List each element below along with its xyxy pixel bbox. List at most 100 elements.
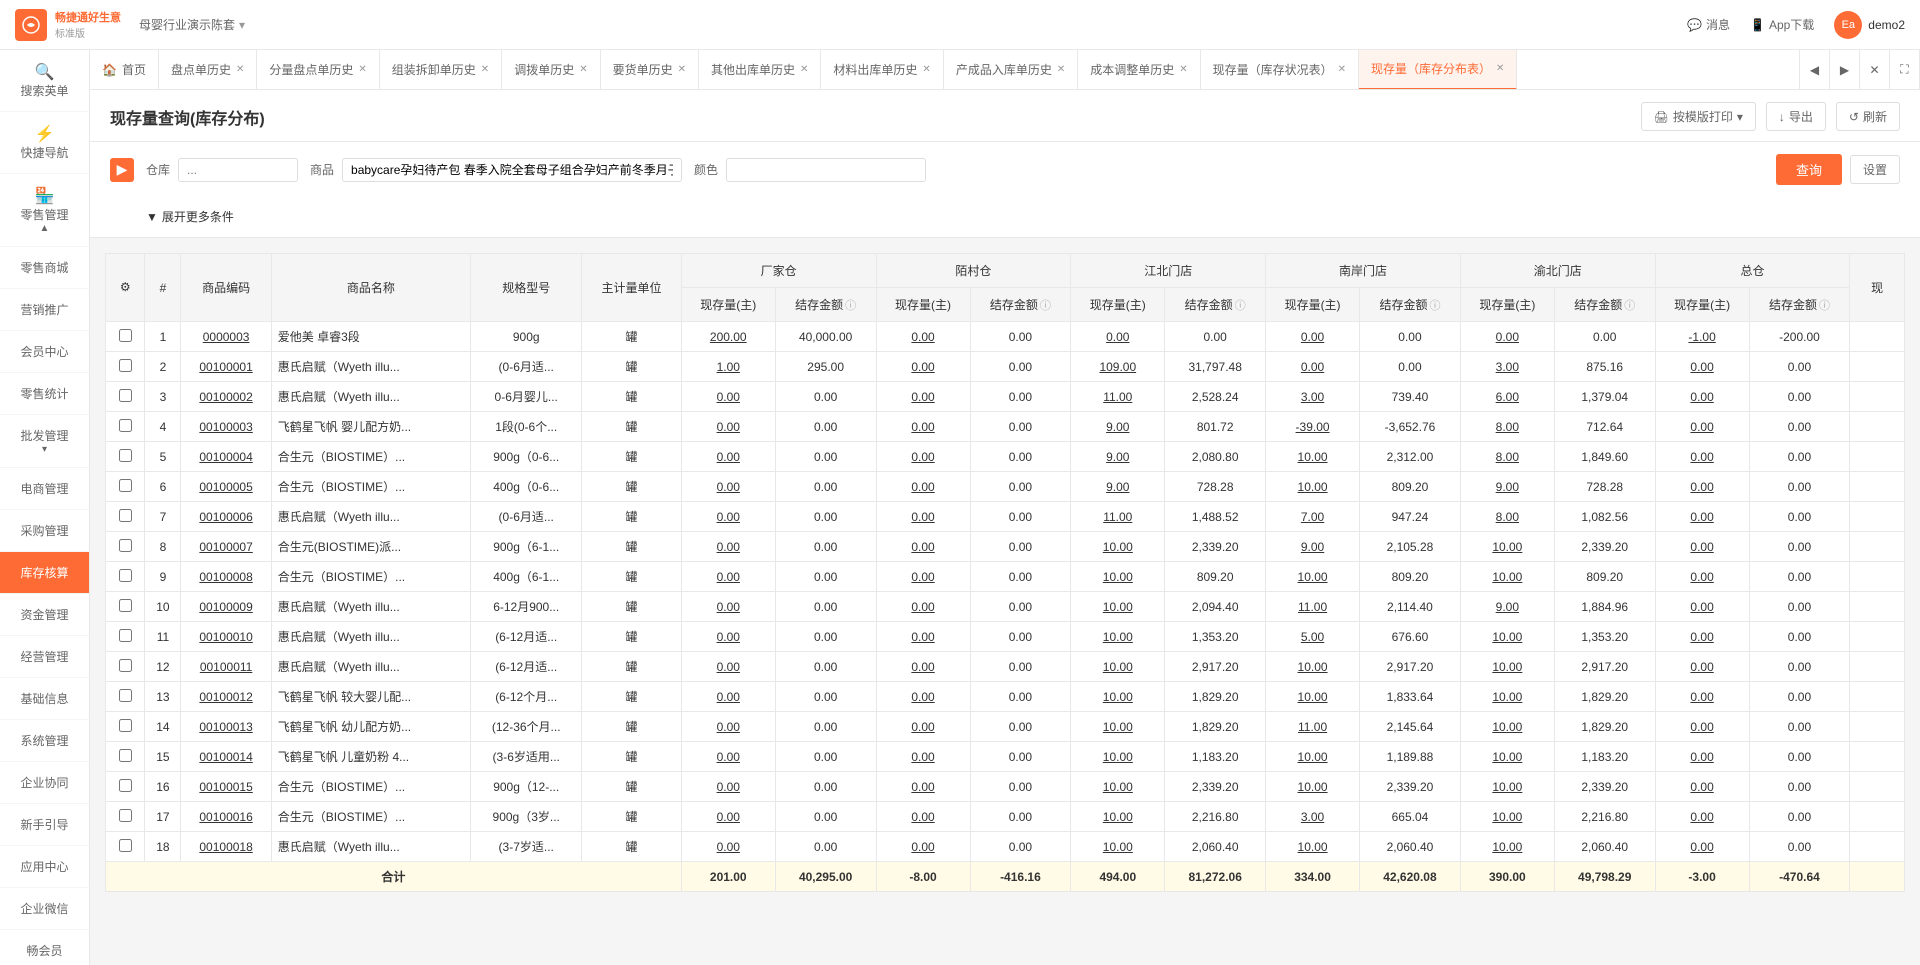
row-code[interactable]: 0000003 [181,322,271,352]
row-code[interactable]: 00100015 [181,772,271,802]
row-total-qty[interactable]: 0.00 [1655,502,1749,532]
row-na-qty[interactable]: 10.00 [1266,442,1360,472]
tab-close-cost[interactable]: ✕ [1179,64,1187,75]
sidebar-item-wholesale[interactable]: 批发管理 ▾ [0,415,89,468]
row-mc-qty[interactable]: 0.00 [876,562,970,592]
row-mc-qty[interactable]: 0.00 [876,712,970,742]
row-yb-qty[interactable]: 10.00 [1460,682,1554,712]
row-na-qty[interactable]: 10.00 [1266,562,1360,592]
tab-close-purchase[interactable]: ✕ [678,64,686,75]
row-checkbox[interactable] [106,622,145,652]
row-check-5[interactable] [119,479,132,492]
row-code[interactable]: 00100006 [181,502,271,532]
row-mc-qty[interactable]: 0.00 [876,802,970,832]
row-total-qty[interactable]: 0.00 [1655,802,1749,832]
row-checkbox[interactable] [106,352,145,382]
row-mc-qty[interactable]: 0.00 [876,532,970,562]
row-code[interactable]: 00100011 [181,652,271,682]
row-cj-qty[interactable]: 0.00 [681,682,775,712]
row-code[interactable]: 00100010 [181,622,271,652]
tab-cost-adjust[interactable]: 成本调整单历史 ✕ [1078,50,1200,90]
row-checkbox[interactable] [106,712,145,742]
row-jb-qty[interactable]: 10.00 [1071,802,1165,832]
row-check-14[interactable] [119,749,132,762]
row-checkbox[interactable] [106,562,145,592]
row-na-qty[interactable]: 11.00 [1266,712,1360,742]
row-total-qty[interactable]: 0.00 [1655,532,1749,562]
row-na-qty[interactable]: 10.00 [1266,772,1360,802]
row-checkbox[interactable] [106,772,145,802]
row-mc-qty[interactable]: 0.00 [876,652,970,682]
sidebar-item-operation[interactable]: 经营管理 [0,636,89,678]
sidebar-item-guide[interactable]: 新手引导 [0,804,89,846]
row-jb-qty[interactable]: 109.00 [1071,352,1165,382]
row-checkbox[interactable] [106,682,145,712]
row-jb-qty[interactable]: 9.00 [1071,472,1165,502]
tab-branch-stock[interactable]: 分量盘点单历史 ✕ [257,50,379,90]
row-na-qty[interactable]: 10.00 [1266,652,1360,682]
row-mc-qty[interactable]: 0.00 [876,442,970,472]
row-code[interactable]: 00100012 [181,682,271,712]
row-cj-qty[interactable]: 0.00 [681,622,775,652]
tab-other-out[interactable]: 其他出库单历史 ✕ [699,50,821,90]
row-na-qty[interactable]: 10.00 [1266,742,1360,772]
row-yb-qty[interactable]: 10.00 [1460,772,1554,802]
row-cj-qty[interactable]: 0.00 [681,472,775,502]
sidebar-item-retail[interactable]: 🏪 零售管理 ▲ [0,174,89,247]
setting-btn[interactable]: 设置 [1850,155,1900,184]
row-jb-qty[interactable]: 9.00 [1071,412,1165,442]
sidebar-item-system[interactable]: 系统管理 [0,720,89,762]
row-cj-qty[interactable]: 0.00 [681,652,775,682]
row-yb-qty[interactable]: 10.00 [1460,562,1554,592]
row-yb-qty[interactable]: 10.00 [1460,742,1554,772]
row-mc-qty[interactable]: 0.00 [876,742,970,772]
row-code[interactable]: 00100013 [181,712,271,742]
row-jb-qty[interactable]: 11.00 [1071,382,1165,412]
row-checkbox[interactable] [106,532,145,562]
tab-close-all-btn[interactable]: ✕ [1860,50,1890,90]
row-mc-qty[interactable]: 0.00 [876,502,970,532]
tab-close-material[interactable]: ✕ [922,64,930,75]
tab-purchase-order[interactable]: 要货单历史 ✕ [601,50,699,90]
row-check-10[interactable] [119,629,132,642]
jb-amt-info-icon[interactable]: ⓘ [1235,300,1246,312]
row-cj-qty[interactable]: 0.00 [681,532,775,562]
row-na-qty[interactable]: 3.00 [1266,802,1360,832]
tab-current-status[interactable]: 现存量（库存状况表） ✕ [1201,50,1359,90]
row-check-2[interactable] [119,389,132,402]
row-mc-qty[interactable]: 0.00 [876,622,970,652]
row-cj-qty[interactable]: 0.00 [681,772,775,802]
cj-amt-info-icon[interactable]: ⓘ [845,300,856,312]
tab-close-branch[interactable]: ✕ [358,64,366,75]
tab-close-disassemble[interactable]: ✕ [481,64,489,75]
tab-home[interactable]: 🏠 首页 [90,50,159,90]
goods-input[interactable] [342,158,682,182]
row-checkbox[interactable] [106,382,145,412]
sidebar-item-retail-shop[interactable]: 零售商城 [0,247,89,289]
tab-close-status[interactable]: ✕ [1338,64,1346,75]
sidebar-item-search[interactable]: 🔍 搜索英单 [0,50,89,112]
row-check-8[interactable] [119,569,132,582]
row-checkbox[interactable] [106,412,145,442]
row-cj-qty[interactable]: 0.00 [681,592,775,622]
row-total-qty[interactable]: 0.00 [1655,472,1749,502]
sidebar-item-inventory[interactable]: 库存核算 [0,552,89,594]
row-cj-qty[interactable]: 0.00 [681,742,775,772]
row-cj-qty[interactable]: 0.00 [681,832,775,862]
row-jb-qty[interactable]: 10.00 [1071,832,1165,862]
row-code[interactable]: 00100009 [181,592,271,622]
row-jb-qty[interactable]: 10.00 [1071,622,1165,652]
sidebar-item-finance[interactable]: 资金管理 [0,594,89,636]
row-total-qty[interactable]: 0.00 [1655,412,1749,442]
row-cj-qty[interactable]: 0.00 [681,502,775,532]
row-jb-qty[interactable]: 0.00 [1071,322,1165,352]
row-checkbox[interactable] [106,832,145,862]
search-expand-btn[interactable]: ▶ [110,158,134,182]
row-code[interactable]: 00100005 [181,472,271,502]
sidebar-item-wechat[interactable]: 企业微信 [0,888,89,930]
sidebar-item-appstore[interactable]: 应用中心 [0,846,89,888]
tab-current-dist[interactable]: 现存量（库存分布表） ✕ [1359,50,1517,90]
refresh-btn[interactable]: ↺ 刷新 [1836,102,1900,131]
row-check-1[interactable] [119,359,132,372]
row-yb-qty[interactable]: 8.00 [1460,442,1554,472]
